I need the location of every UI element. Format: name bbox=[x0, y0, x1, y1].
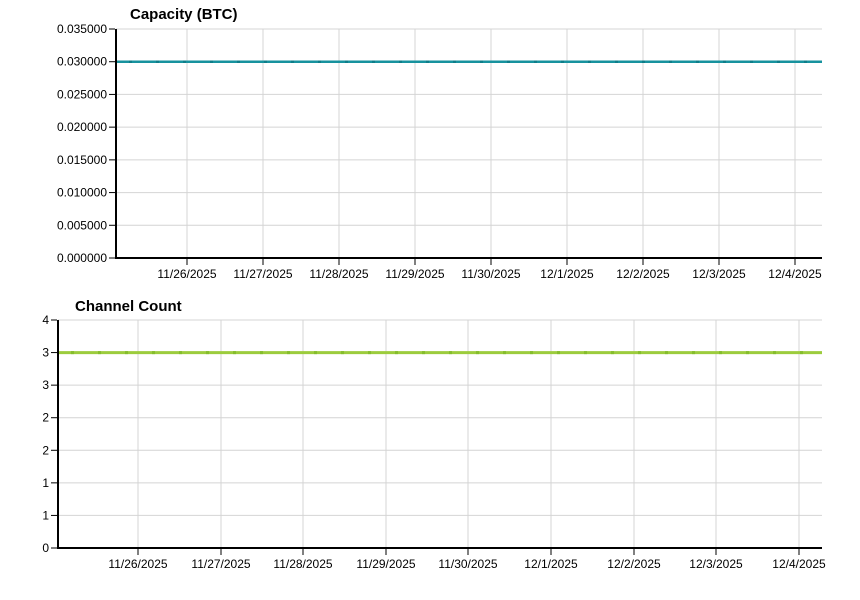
x-tick-label: 12/4/2025 bbox=[768, 267, 822, 281]
x-tick-label: 12/2/2025 bbox=[607, 557, 661, 571]
y-tick-label: 0 bbox=[42, 541, 49, 555]
x-tick-label: 12/1/2025 bbox=[540, 267, 594, 281]
y-tick-label: 3 bbox=[42, 346, 49, 360]
x-tick-label: 12/3/2025 bbox=[689, 557, 743, 571]
x-tick-label: 11/26/2025 bbox=[157, 267, 216, 281]
channel-count-plot-area: 4 3 3 2 2 1 1 0 11/26/2025 11/27/2025 11/28/2025 11… bbox=[0, 295, 860, 600]
y-tick-label: 1 bbox=[42, 508, 49, 522]
x-tick-label: 11/26/2025 bbox=[108, 557, 167, 571]
capacity-plot-area: 0.035000 0.030000 0.025000 0.020000 0.015000… bbox=[0, 0, 860, 295]
y-tick-label: 0.020000 bbox=[57, 120, 107, 134]
y-tick-label: 0.025000 bbox=[57, 87, 107, 101]
charts-page: Capacity (BTC) 0.0350000.0300000.0250000… bbox=[0, 0, 860, 600]
x-tick-label: 12/3/2025 bbox=[692, 267, 746, 281]
x-tick-label: 11/30/2025 bbox=[438, 557, 497, 571]
y-tick-label: 0.010000 bbox=[57, 186, 107, 200]
x-tick-label: 11/28/2025 bbox=[273, 557, 332, 571]
y-tick-label: 1 bbox=[42, 476, 49, 490]
y-tick-label: 0.005000 bbox=[57, 218, 107, 232]
x-tick-label: 11/29/2025 bbox=[385, 267, 444, 281]
x-tick-label: 11/29/2025 bbox=[356, 557, 415, 571]
y-tick-label: 0.035000 bbox=[57, 22, 107, 36]
x-tick-label: 11/27/2025 bbox=[233, 267, 292, 281]
x-tick-label: 12/4/2025 bbox=[772, 557, 826, 571]
y-tick-label: 2 bbox=[42, 411, 49, 425]
y-tick-label: 2 bbox=[42, 443, 49, 457]
y-tick-label: 0.000000 bbox=[57, 251, 107, 265]
x-tick-label: 11/28/2025 bbox=[309, 267, 368, 281]
x-tick-label: 11/30/2025 bbox=[461, 267, 520, 281]
y-tick-label: 0.015000 bbox=[57, 153, 107, 167]
x-tick-label: 11/27/2025 bbox=[191, 557, 250, 571]
x-tick-label: 12/2/2025 bbox=[616, 267, 670, 281]
y-tick-label: 0.030000 bbox=[57, 55, 107, 69]
y-tick-label: 3 bbox=[42, 378, 49, 392]
y-tick-label: 4 bbox=[42, 313, 49, 327]
x-tick-label: 12/1/2025 bbox=[524, 557, 578, 571]
